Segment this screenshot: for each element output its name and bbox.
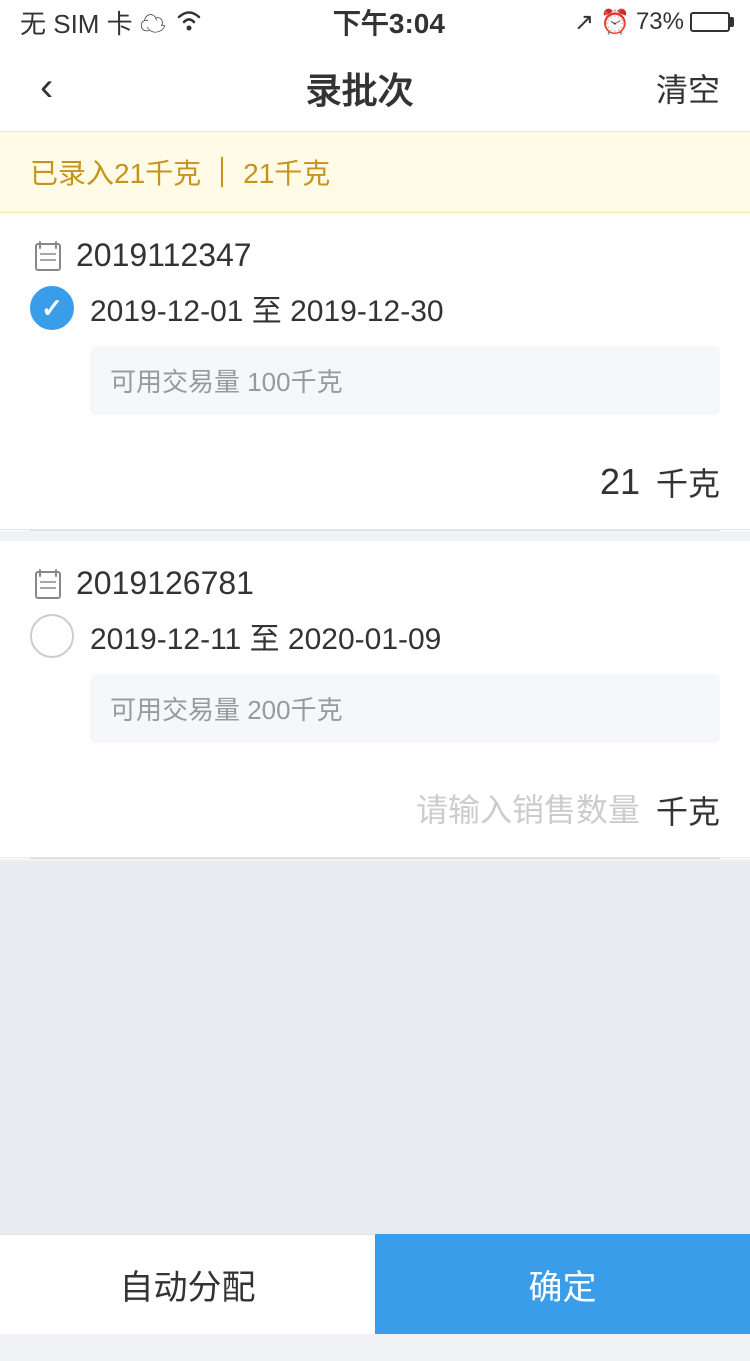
batch-1-icon: [30, 238, 66, 274]
status-left: 无 SIM 卡 ☁: [20, 4, 204, 41]
back-button[interactable]: ‹: [30, 55, 63, 120]
battery-icon: [690, 12, 730, 32]
batch-2-available: 可用交易量 200千克: [90, 674, 720, 743]
separator-1: [30, 530, 720, 531]
status-right: ↗ ⏰ 73%: [574, 8, 730, 37]
summary-bar: 已录入21千克 21千克: [0, 132, 750, 213]
batch-2-id: 2019126781: [76, 565, 254, 602]
batch-1-date: 2019-12-01 至 2019-12-30: [90, 286, 444, 330]
wifi-icon: [174, 7, 204, 38]
quantity-input-row-2[interactable]: 千克: [0, 767, 750, 858]
clear-button[interactable]: 清空: [656, 65, 720, 111]
batch-2-header: 2019126781: [30, 565, 720, 602]
sim-label: 无 SIM 卡 ☁: [20, 4, 166, 41]
batch-2-icon: [30, 566, 66, 602]
quantity-row-1: 21 千克: [0, 439, 750, 530]
location-icon: ↗: [574, 8, 594, 37]
batch-2-date: 2019-12-11 至 2020-01-09: [90, 614, 441, 658]
quantity-unit-2: 千克: [656, 787, 720, 833]
bottom-bar: 自动分配 确定: [0, 1234, 750, 1334]
recorded-label: 已录入21千克: [30, 152, 201, 192]
nav-bar: ‹ 录批次 清空: [0, 44, 750, 132]
batch-2-date-row[interactable]: 2019-12-11 至 2020-01-09: [30, 614, 720, 658]
batch-1-id: 2019112347: [76, 237, 252, 274]
alarm-icon: ⏰: [600, 8, 630, 37]
batch-1-radio[interactable]: [30, 286, 74, 330]
separator-2: [30, 858, 720, 859]
batch-1-available: 可用交易量 100千克: [90, 346, 720, 415]
batch-1-header: 2019112347: [30, 237, 720, 274]
batch-card-2: 2019126781 2019-12-11 至 2020-01-09 可用交易量…: [0, 541, 750, 859]
auto-distribute-button[interactable]: 自动分配: [0, 1234, 375, 1334]
status-bar: 无 SIM 卡 ☁ 下午3:04 ↗ ⏰ 73%: [0, 0, 750, 44]
battery-pct: 73%: [636, 8, 684, 36]
summary-divider: [221, 157, 223, 187]
page-title: 录批次: [306, 62, 414, 114]
status-center: 下午3:04: [333, 2, 445, 42]
quantity-input-2[interactable]: [220, 792, 640, 829]
gray-area: [0, 861, 750, 1261]
quantity-unit-1: 千克: [656, 459, 720, 505]
batch-2-radio[interactable]: [30, 614, 74, 658]
confirm-button[interactable]: 确定: [375, 1234, 750, 1334]
quantity-value-1: 21: [600, 461, 640, 503]
batch-1-date-row[interactable]: 2019-12-01 至 2019-12-30: [30, 286, 720, 330]
batch-card-1: 2019112347 2019-12-01 至 2019-12-30 可用交易量…: [0, 213, 750, 531]
summary-amount: 21千克: [243, 152, 330, 192]
